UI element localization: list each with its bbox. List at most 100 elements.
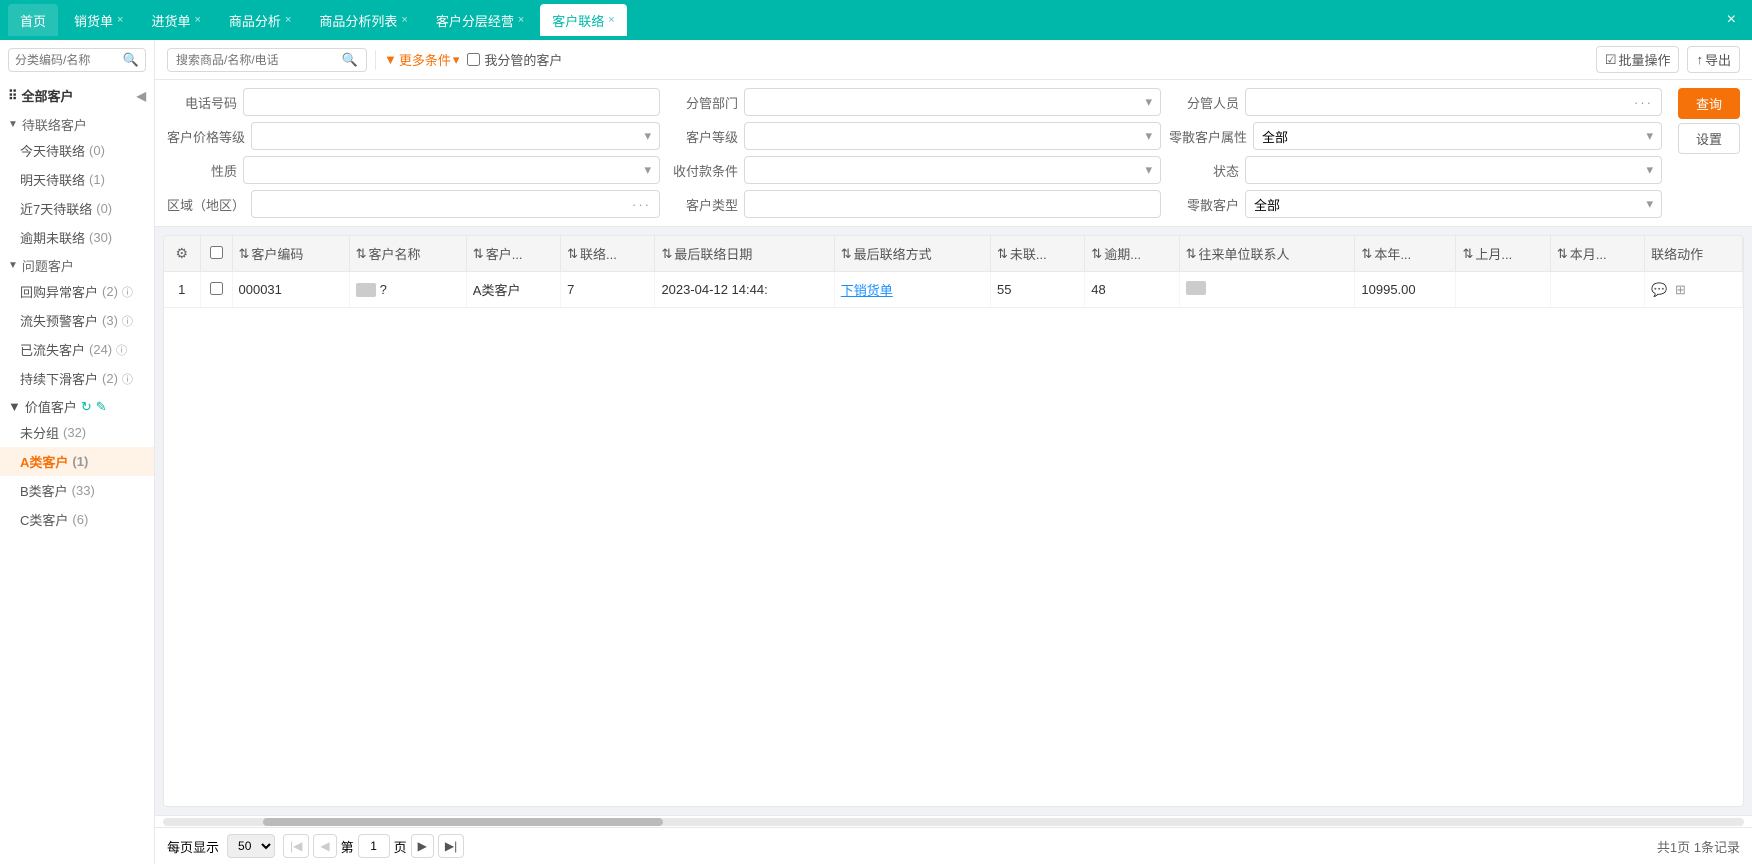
last-page-button[interactable]: ▶| xyxy=(438,834,464,858)
filter-bar: 🔍 ▼ 更多条件 ▾ 我分管的客户 ☑ 批量操作 ↑ 导出 xyxy=(155,40,1752,80)
sidebar-item-repurchase-abnormal[interactable]: 回购异常客户(2) ⓘ xyxy=(0,277,154,306)
td-last-method[interactable]: 下销货单 xyxy=(834,272,990,308)
status-select[interactable]: ▾ xyxy=(1245,156,1662,184)
close-product-list-tab[interactable]: × xyxy=(401,14,407,26)
customer-type-label: 客户类型 xyxy=(668,195,738,214)
sidebar-item-churned[interactable]: 已流失客户(24) ⓘ xyxy=(0,335,154,364)
sort-icon4: ⇅ xyxy=(567,246,578,262)
filter-row-2: 客户价格等级 ▾ 客户等级 ▾ xyxy=(167,122,1662,150)
nav-product-list[interactable]: 商品分析列表 × xyxy=(307,4,419,36)
close-customer-tier-tab[interactable]: × xyxy=(518,14,524,26)
gear-icon[interactable]: ⚙ xyxy=(175,245,188,261)
scrollbar-thumb[interactable] xyxy=(263,818,663,826)
customer-grade-select[interactable]: ▾ xyxy=(744,122,1161,150)
my-customers-checkbox[interactable]: 我分管的客户 xyxy=(467,50,562,69)
sort-icon: ⇅ xyxy=(239,246,250,262)
customer-table: ⚙ ⇅客户编码 ⇅客户名称 ⇅客户... xyxy=(164,236,1743,308)
my-customers-check[interactable] xyxy=(467,53,480,66)
sidebar-item-today-contact[interactable]: 今天待联络(0) xyxy=(0,136,154,165)
price-grade-select[interactable]: ▾ xyxy=(251,122,660,150)
sidebar-item-b-class[interactable]: B类客户(33) xyxy=(0,476,154,505)
customer-type-input[interactable] xyxy=(744,190,1161,218)
retail-attr-select[interactable]: 全部 ▾ xyxy=(1253,122,1662,150)
export-button[interactable]: ↑ 导出 xyxy=(1687,46,1740,73)
chat-icon[interactable]: 💬 xyxy=(1651,282,1667,297)
nav-customer-contact[interactable]: 客户联络 × xyxy=(540,4,626,36)
nav-sales[interactable]: 销货单 × xyxy=(62,4,135,36)
chevron-down-icon8: ▾ xyxy=(1646,162,1653,178)
dept-select[interactable]: ▾ xyxy=(744,88,1161,116)
nav-customer-tier[interactable]: 客户分层经营 × xyxy=(424,4,536,36)
td-code: 000031 xyxy=(232,272,349,308)
table-body: 1 000031 ? A类客户 7 2023 xyxy=(164,272,1743,308)
horizontal-scrollbar[interactable] xyxy=(155,815,1752,827)
chevron-down-icon4: ▾ xyxy=(1145,128,1152,144)
all-customers-header[interactable]: ⠿ 全部客户 ◀ xyxy=(0,80,154,111)
search-input[interactable] xyxy=(176,53,338,67)
close-product-analysis-tab[interactable]: × xyxy=(285,14,291,26)
page-word-before: 第 xyxy=(341,837,354,856)
close-sales-tab[interactable]: × xyxy=(117,14,123,26)
sidebar-search-box[interactable]: 🔍 xyxy=(8,48,146,72)
person-label: 分管人员 xyxy=(1169,93,1239,112)
retail-select[interactable]: 全部 ▾ xyxy=(1245,190,1662,218)
first-page-button[interactable]: |◀ xyxy=(283,834,309,858)
select-all-checkbox[interactable] xyxy=(210,246,223,259)
value-customer-group[interactable]: ▼ 价值客户 ↻ ✎ xyxy=(0,393,154,418)
sidebar-item-unclassified[interactable]: 未分组(32) xyxy=(0,418,154,447)
advanced-filter-panel: 电话号码 分管部门 ▾ 分管人员 xyxy=(155,80,1752,227)
sidebar-item-tomorrow-contact[interactable]: 明天待联络(1) xyxy=(0,165,154,194)
customer-grade-field: 客户等级 ▾ xyxy=(668,122,1161,150)
sort-icon11: ⇅ xyxy=(1462,246,1473,262)
person-select[interactable]: ··· xyxy=(1245,88,1662,116)
next-page-button[interactable]: ▶ xyxy=(411,834,434,858)
query-button[interactable]: 查询 xyxy=(1678,88,1740,119)
chevron-down-icon6: ▾ xyxy=(644,162,651,178)
search-box[interactable]: 🔍 xyxy=(167,48,367,72)
person-field: 分管人员 ··· xyxy=(1169,88,1662,116)
sort-icon6: ⇅ xyxy=(841,246,852,262)
window-close-button[interactable]: × xyxy=(1719,11,1744,28)
payment-select[interactable]: ▾ xyxy=(744,156,1161,184)
sort-icon9: ⇅ xyxy=(1186,246,1197,262)
th-code: ⇅客户编码 xyxy=(232,236,349,272)
query-buttons: 查询 设置 xyxy=(1678,88,1740,218)
chevron-down-icon7: ▾ xyxy=(1145,162,1152,178)
nav-purchase[interactable]: 进货单 × xyxy=(139,4,212,36)
search-icon[interactable]: 🔍 xyxy=(342,52,358,68)
th-overdue: ⇅逾期... xyxy=(1085,236,1179,272)
page-number-input[interactable] xyxy=(358,834,390,858)
sidebar-item-declining[interactable]: 持续下滑客户(2) ⓘ xyxy=(0,364,154,393)
nature-select[interactable]: ▾ xyxy=(243,156,660,184)
sidebar-item-7days-contact[interactable]: 近7天待联络(0) xyxy=(0,194,154,223)
region-select[interactable]: ··· xyxy=(251,190,660,218)
close-purchase-tab[interactable]: × xyxy=(194,14,200,26)
problem-customer-group[interactable]: ▼ 问题客户 xyxy=(0,252,154,277)
sidebar-search-input[interactable] xyxy=(15,53,119,67)
page-size-select[interactable]: 50 xyxy=(227,834,275,858)
dept-field: 分管部门 ▾ xyxy=(668,88,1161,116)
row-checkbox[interactable] xyxy=(210,282,223,295)
customer-grade-label: 客户等级 xyxy=(668,127,738,146)
last-contact-method-link[interactable]: 下销货单 xyxy=(841,283,893,298)
filter-row-1: 电话号码 分管部门 ▾ 分管人员 xyxy=(167,88,1662,116)
prev-page-button[interactable]: ◀ xyxy=(313,834,336,858)
pending-contact-group[interactable]: ▼ 待联络客户 xyxy=(0,111,154,136)
sidebar-item-churn-warning[interactable]: 流失预警客户(3) ⓘ xyxy=(0,306,154,335)
sidebar-item-overdue-contact[interactable]: 逾期未联络(30) xyxy=(0,223,154,252)
batch-operation-button[interactable]: ☑ 批量操作 xyxy=(1596,46,1680,73)
sidebar-item-a-class[interactable]: A类客户(1) xyxy=(0,447,154,476)
nav-product-analysis[interactable]: 商品分析 × xyxy=(217,4,303,36)
more-filters-button[interactable]: ▼ 更多条件 ▾ xyxy=(384,50,459,69)
phone-input[interactable] xyxy=(243,88,660,116)
th-type: ⇅客户... xyxy=(466,236,560,272)
qr-icon[interactable]: ⊞ xyxy=(1675,282,1686,297)
edit-icon[interactable]: ✎ xyxy=(96,399,107,415)
sidebar-search-icon[interactable]: 🔍 xyxy=(123,52,139,68)
sidebar-item-c-class[interactable]: C类客户(6) xyxy=(0,505,154,534)
settings-button[interactable]: 设置 xyxy=(1678,123,1740,154)
close-customer-contact-tab[interactable]: × xyxy=(608,14,614,26)
nav-home[interactable]: 首页 xyxy=(8,4,58,36)
td-contact: 7 xyxy=(561,272,655,308)
refresh-icon[interactable]: ↻ xyxy=(81,399,92,415)
